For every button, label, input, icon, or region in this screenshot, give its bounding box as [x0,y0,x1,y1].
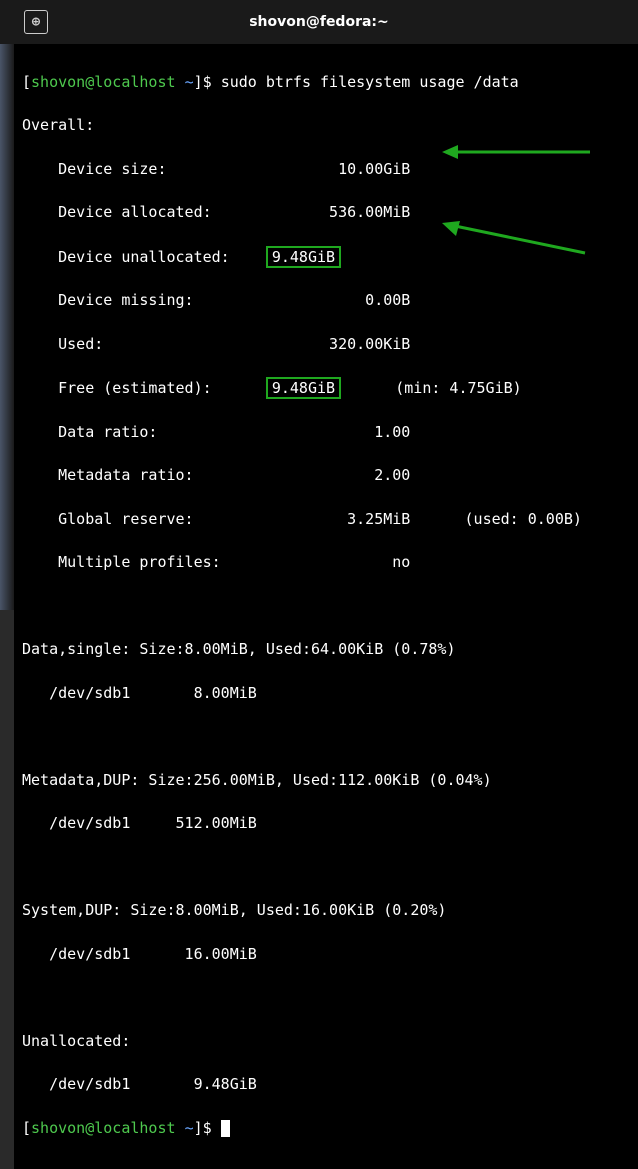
unallocated-section: Unallocated: [22,1031,630,1053]
metadata-section: Metadata,DUP: Size:256.00MiB, Used:112.0… [22,770,630,792]
command-text: sudo btrfs filesystem usage /data [221,73,519,91]
row-global-reserve: Global reserve: 3.25MiB (used: 0.00B) [22,509,630,531]
blank [22,857,630,879]
row-multiple-profiles: Multiple profiles: no [22,552,630,574]
unallocated-section-dev: /dev/sdb1 9.48GiB [22,1074,630,1096]
cursor [221,1120,230,1137]
arrow-annotation-2 [440,218,600,258]
prompt-line-2: [shovon@localhost ~]$ [22,1118,630,1140]
row-device-size: Device size: 10.00GiB [22,159,630,181]
highlight-free: 9.48GiB [266,377,341,399]
prompt-line: [shovon@localhost ~]$ sudo btrfs filesys… [22,72,630,94]
highlight-unallocated: 9.48GiB [266,246,341,268]
data-section: Data,single: Size:8.00MiB, Used:64.00KiB… [22,639,630,661]
blank [22,596,630,618]
metadata-section-dev: /dev/sdb1 512.00MiB [22,813,630,835]
row-data-ratio: Data ratio: 1.00 [22,422,630,444]
row-metadata-ratio: Metadata ratio: 2.00 [22,465,630,487]
row-device-missing: Device missing: 0.00B [22,290,630,312]
arrow-annotation-1 [440,142,600,162]
window-edge [0,0,14,610]
blank [22,726,630,748]
window-title: shovon@fedora:~ [12,14,626,30]
titlebar[interactable]: ⊕ shovon@fedora:~ [0,0,638,44]
blank [22,987,630,1009]
terminal-body[interactable]: [shovon@localhost ~]$ sudo btrfs filesys… [14,44,638,1169]
row-free-estimated: Free (estimated): 9.48GiB (min: 4.75GiB) [22,377,630,400]
row-used: Used: 320.00KiB [22,334,630,356]
overall-header: Overall: [22,115,630,137]
system-section-dev: /dev/sdb1 16.00MiB [22,944,630,966]
data-section-dev: /dev/sdb1 8.00MiB [22,683,630,705]
system-section: System,DUP: Size:8.00MiB, Used:16.00KiB … [22,900,630,922]
